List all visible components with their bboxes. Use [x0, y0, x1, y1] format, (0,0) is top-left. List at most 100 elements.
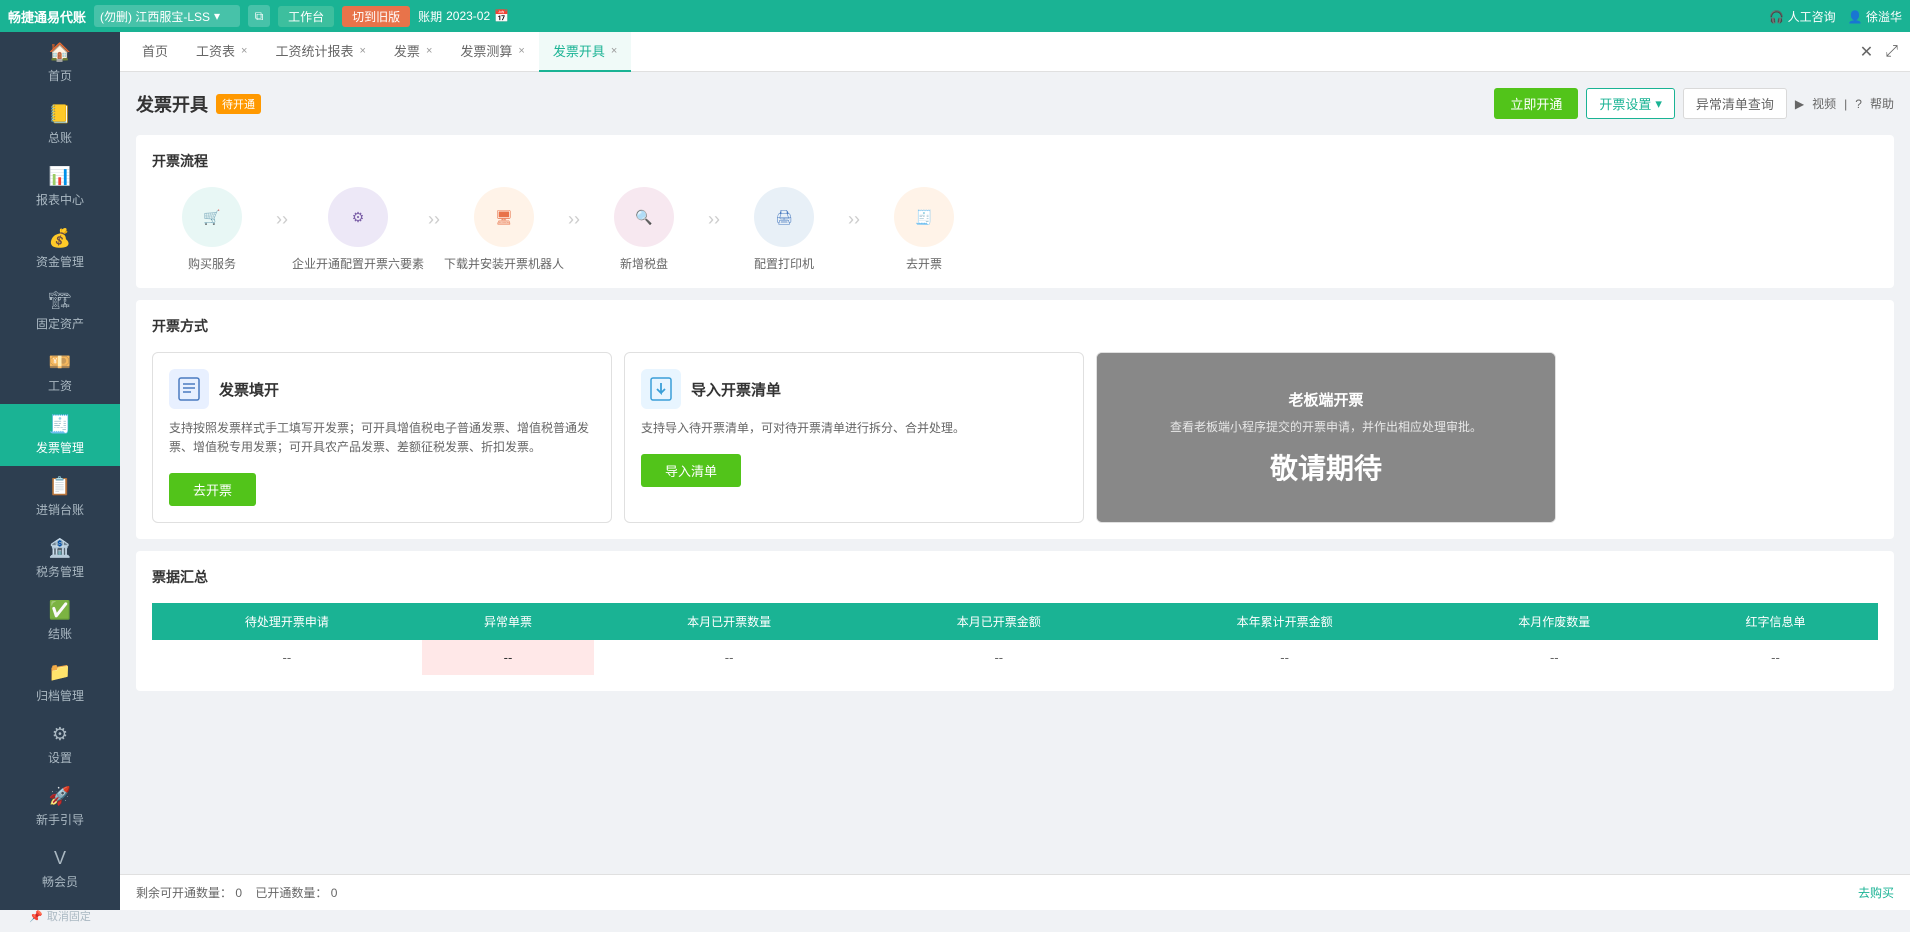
- import-card-desc: 支持导入待开票清单，可对待开票清单进行拆分、合并处理。: [641, 419, 1067, 438]
- sidebar: 🏠 首页 📒 总账 📊 报表中心 💰 资金管理 🏗 固定资产 💴 工资 🧾 发票…: [0, 32, 120, 910]
- import-list-button[interactable]: 导入清单: [641, 454, 741, 487]
- flow-label-printer: 配置打印机: [754, 255, 814, 272]
- sidebar-label-settings: 设置: [48, 749, 72, 766]
- import-card-icon: [641, 369, 681, 409]
- sidebar-item-archive[interactable]: 📁 归档管理: [0, 652, 120, 714]
- main-layout: 🏠 首页 📒 总账 📊 报表中心 💰 资金管理 🏗 固定资产 💴 工资 🧾 发票…: [0, 32, 1910, 910]
- sidebar-item-salary[interactable]: 💴 工资: [0, 342, 120, 404]
- tab-close-salary-report[interactable]: ×: [359, 45, 365, 57]
- sidebar-item-assets[interactable]: 🏗 固定资产: [0, 280, 120, 342]
- manual-card-desc: 支持按照发票样式手工填写开发票；可开具增值税电子普通发票、增值税普通发票、增值税…: [169, 419, 595, 457]
- sidebar-item-invoice[interactable]: 🧾 发票管理: [0, 404, 120, 466]
- cell-redletter[interactable]: --: [1673, 640, 1878, 675]
- purchase-icon: 📋: [49, 476, 71, 497]
- tab-home-label: 首页: [142, 41, 168, 60]
- member-icon: V: [54, 848, 66, 869]
- sidebar-item-guide[interactable]: 🚀 新手引导: [0, 776, 120, 838]
- sidebar-label-home: 首页: [48, 67, 72, 84]
- sidebar-item-reports[interactable]: 📊 报表中心: [0, 156, 120, 218]
- page-header: 发票开具 待开通 立即开通 开票设置 ▾ 异常清单查询 ▶ 视频 | ?: [136, 88, 1894, 119]
- tab-invoice-main-label: 发票: [394, 41, 420, 60]
- tab-salary-table[interactable]: 工资表 ×: [182, 32, 261, 72]
- cell-year-amount[interactable]: --: [1134, 640, 1436, 675]
- company-selector[interactable]: (勿删) 江西服宝-LSS ▾: [94, 5, 240, 27]
- go-invoice-button[interactable]: 去开票: [169, 473, 256, 506]
- col-header-year-amount: 本年累计开票金额: [1134, 603, 1436, 640]
- exception-query-button[interactable]: 异常清单查询: [1683, 88, 1787, 119]
- svg-text:🛒: 🛒: [203, 209, 220, 226]
- immediate-open-button[interactable]: 立即开通: [1494, 88, 1578, 119]
- summary-section-title: 票据汇总: [152, 567, 1878, 587]
- sidebar-item-funds[interactable]: 💰 资金管理: [0, 218, 120, 280]
- copy-icon[interactable]: ⧉: [248, 5, 270, 27]
- tab-close-invoice-calc[interactable]: ×: [518, 45, 524, 57]
- cell-void-count[interactable]: --: [1436, 640, 1673, 675]
- sidebar-item-purchase[interactable]: 📋 进销台账: [0, 466, 120, 528]
- top-bar-left: 畅捷通易代账 (勿删) 江西服宝-LSS ▾ ⧉ 工作台 切到旧版 账期 202…: [8, 5, 509, 27]
- open-settings-button[interactable]: 开票设置 ▾: [1586, 88, 1675, 119]
- calendar-icon[interactable]: 📅: [494, 9, 509, 23]
- guide-icon: 🚀: [49, 786, 71, 807]
- col-header-redletter: 红字信息单: [1673, 603, 1878, 640]
- tab-salary-report-label: 工资统计报表: [275, 41, 353, 60]
- flow-arrow-2: ››: [428, 209, 440, 250]
- method-cards: 发票填开 支持按照发票样式手工填写开发票；可开具增值税电子普通发票、增值税普通发…: [152, 352, 1878, 523]
- cell-month-count[interactable]: --: [594, 640, 864, 675]
- sidebar-item-settings[interactable]: ⚙ 设置: [0, 714, 120, 776]
- sidebar-item-member[interactable]: V 畅会员: [0, 838, 120, 900]
- old-client-desc: 查看老板端小程序提交的开票申请，并作出相应处理审批。: [1170, 418, 1482, 435]
- sidebar-label-tax: 税务管理: [36, 563, 84, 580]
- old-version-button[interactable]: 切到旧版: [342, 6, 410, 27]
- tax-icon: 🏦: [49, 538, 71, 559]
- page-content: 发票开具 待开通 立即开通 开票设置 ▾ 异常清单查询 ▶ 视频 | ?: [120, 72, 1910, 874]
- go-purchase-link[interactable]: 去购买: [1858, 884, 1894, 901]
- page-title-area: 发票开具 待开通: [136, 91, 261, 117]
- tab-salary-table-label: 工资表: [196, 41, 235, 60]
- tab-invoice-tool[interactable]: 发票开具 ×: [539, 32, 631, 72]
- flow-arrow-1: ››: [276, 209, 288, 250]
- cancel-fixed-button[interactable]: 📌 取消固定: [0, 900, 120, 932]
- cell-pending[interactable]: --: [152, 640, 422, 675]
- tab-close-invoice-main[interactable]: ×: [426, 45, 432, 57]
- sidebar-item-settle[interactable]: ✅ 结账: [0, 590, 120, 652]
- remaining-label: 剩余可开通数量：: [136, 886, 232, 900]
- sidebar-label-invoice: 发票管理: [36, 439, 84, 456]
- home-icon: 🏠: [49, 42, 71, 63]
- company-name: (勿删) 江西服宝-LSS: [100, 8, 210, 25]
- period-info: 账期 2023-02 📅: [418, 8, 509, 25]
- coming-soon-label: 敬请期待: [1270, 447, 1382, 487]
- cancel-fixed-label: 取消固定: [47, 908, 91, 924]
- col-header-exception: 异常单票: [422, 603, 595, 640]
- help-label: 帮助: [1870, 95, 1894, 112]
- col-header-pending: 待处理开票申请: [152, 603, 422, 640]
- sidebar-label-archive: 归档管理: [36, 687, 84, 704]
- cell-exception[interactable]: --: [422, 640, 595, 675]
- tab-close-salary-table[interactable]: ×: [241, 45, 247, 57]
- summary-section: 票据汇总 待处理开票申请 异常单票 本月已开票数量 本月已开票金额 本年累计开票…: [136, 551, 1894, 691]
- consult-label[interactable]: 🎧 人工咨询: [1769, 8, 1835, 25]
- work-station-button[interactable]: 工作台: [278, 6, 334, 27]
- flow-label-issue: 去开票: [906, 255, 942, 272]
- tab-salary-report[interactable]: 工资统计报表 ×: [261, 32, 379, 72]
- sidebar-item-tax[interactable]: 🏦 税务管理: [0, 528, 120, 590]
- cell-month-amount[interactable]: --: [864, 640, 1134, 675]
- import-card-header: 导入开票清单: [641, 369, 1067, 409]
- tab-invoice-calc[interactable]: 发票测算 ×: [446, 32, 538, 72]
- tab-invoice-main[interactable]: 发票 ×: [380, 32, 446, 72]
- methods-section-title: 开票方式: [152, 316, 1878, 336]
- tab-home[interactable]: 首页: [128, 32, 182, 72]
- svg-text:🧾: 🧾: [915, 209, 932, 226]
- sidebar-item-ledger[interactable]: 📒 总账: [0, 94, 120, 156]
- settle-icon: ✅: [49, 600, 71, 621]
- flow-steps: 🛒 购买服务 ›› ⚙ 企业开通配置开票六要素: [152, 187, 1878, 272]
- svg-text:⚙: ⚙: [352, 209, 365, 225]
- tab-close-all-button[interactable]: ✕: [1856, 40, 1877, 64]
- sidebar-item-home[interactable]: 🏠 首页: [0, 32, 120, 94]
- flow-step-config: ⚙ 企业开通配置开票六要素: [292, 187, 424, 272]
- help-area: ▶ 视频 | ? 帮助: [1795, 95, 1894, 112]
- sidebar-label-guide: 新手引导: [36, 811, 84, 828]
- tab-close-invoice-tool[interactable]: ×: [611, 45, 617, 57]
- tab-restore-button[interactable]: ⤢: [1881, 41, 1902, 63]
- video-icon: ▶: [1795, 97, 1804, 111]
- svg-text:🖨: 🖨: [775, 209, 793, 225]
